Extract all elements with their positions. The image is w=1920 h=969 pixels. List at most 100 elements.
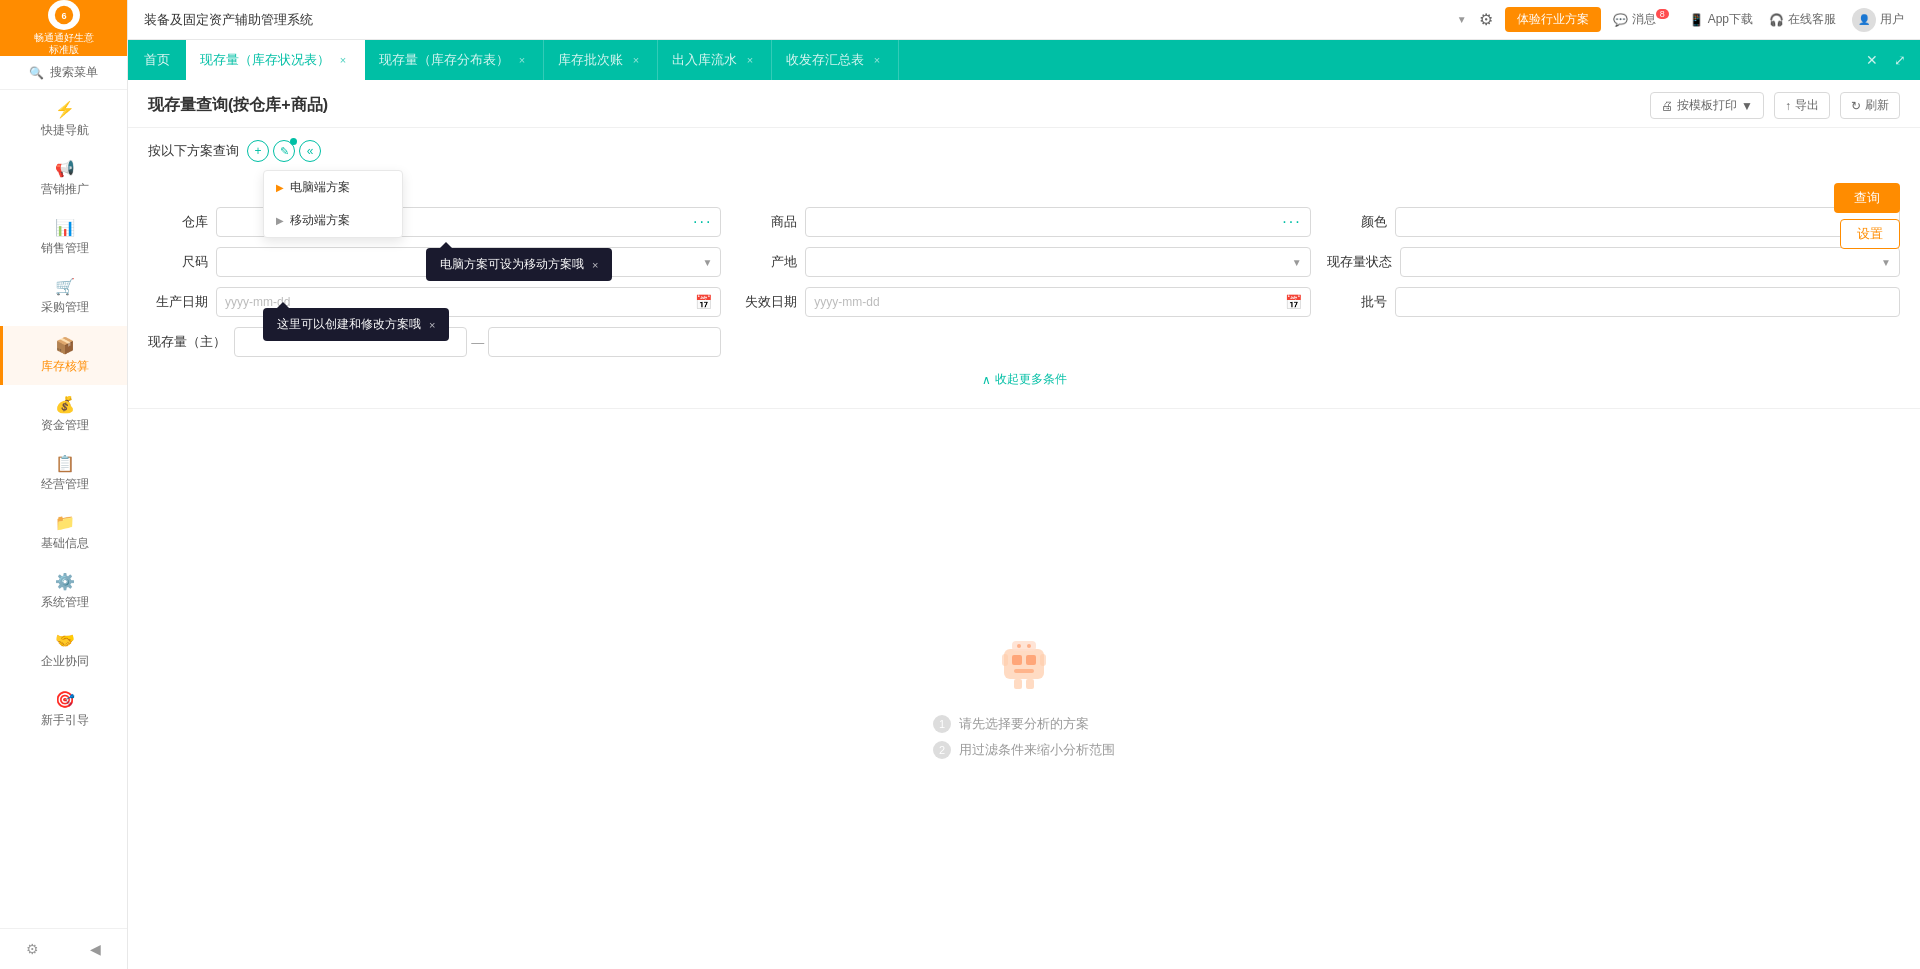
sidebar-item-marketing[interactable]: 📢 营销推广 <box>0 149 127 208</box>
top-actions: 💬 消息 8 📱 App下载 🎧 在线客服 👤 用户 <box>1613 8 1904 32</box>
expire-date-cal-icon: 📅 <box>1285 294 1302 310</box>
tab-close-all-btn[interactable]: ✕ <box>1860 50 1884 70</box>
tab-stock-status-close[interactable]: × <box>336 53 350 67</box>
user-btn[interactable]: 👤 用户 <box>1852 8 1904 32</box>
btn-template-print[interactable]: 🖨 按模板打印 ▼ <box>1650 92 1764 119</box>
tab-summary-close[interactable]: × <box>870 53 884 67</box>
sidebar-settings-btn[interactable]: ⚙ <box>18 937 47 961</box>
sidebar-search[interactable]: 🔍 搜索菜单 <box>0 56 127 90</box>
tab-stock-dist[interactable]: 现存量（库存分布表） × <box>365 40 544 80</box>
sidebar-item-guide[interactable]: 🎯 新手引导 <box>0 680 127 739</box>
tab-batch[interactable]: 库存批次账 × <box>544 40 658 80</box>
tab-in-out[interactable]: 出入库流水 × <box>658 40 772 80</box>
btn-reset[interactable]: 设置 <box>1840 219 1900 249</box>
search-icon: 🔍 <box>29 66 44 80</box>
sidebar-item-purchase[interactable]: 🛒 采购管理 <box>0 267 127 326</box>
app-download-btn[interactable]: 📱 App下载 <box>1689 11 1753 28</box>
filter-origin: 产地 ▼ <box>737 247 1310 277</box>
sidebar-bottom: ⚙ ◀ <box>0 928 127 969</box>
goods-select[interactable]: ··· <box>805 207 1310 237</box>
stock-status-label: 现存量状态 <box>1327 253 1392 271</box>
tooltip2-close[interactable]: × <box>429 319 435 331</box>
sales-label: 销售管理 <box>41 240 89 257</box>
filter-collapse-btn[interactable]: ∧ 收起更多条件 <box>148 363 1900 396</box>
btn-export[interactable]: ↑ 导出 <box>1774 92 1830 119</box>
stock-status-arrow: ▼ <box>1881 257 1891 268</box>
sidebar-item-sales[interactable]: 📊 销售管理 <box>0 208 127 267</box>
scheme-mobile[interactable]: ▶ 移动端方案 <box>264 204 402 237</box>
btn-search[interactable]: 查询 <box>1834 183 1900 213</box>
batch-input[interactable] <box>1395 287 1900 317</box>
goods-more-icon[interactable]: ··· <box>1282 213 1301 231</box>
empty-tips: 1 请先选择要分析的方案 2 用过滤条件来缩小分析范围 <box>933 715 1115 759</box>
filter-add-btn[interactable]: + <box>247 140 269 162</box>
operations-label: 经营管理 <box>41 476 89 493</box>
tab-home[interactable]: 首页 <box>128 40 186 80</box>
filter-expire-date: 失效日期 yyyy-mm-dd 📅 <box>737 287 1310 317</box>
origin-select[interactable]: ▼ <box>805 247 1310 277</box>
size-label: 尺码 <box>148 253 208 271</box>
tab-stock-dist-close[interactable]: × <box>515 53 529 67</box>
sidebar-item-finance[interactable]: 💰 资金管理 <box>0 385 127 444</box>
sidebar-item-inventory[interactable]: 📦 库存核算 <box>0 326 127 385</box>
tab-summary-label: 收发存汇总表 <box>786 51 864 69</box>
purchase-label: 采购管理 <box>41 299 89 316</box>
print-dropdown-arrow[interactable]: ▼ <box>1741 99 1753 113</box>
sidebar-item-basic[interactable]: 📁 基础信息 <box>0 503 127 562</box>
btn-refresh[interactable]: ↻ 刷新 <box>1840 92 1900 119</box>
page-content: 现存量查询(按仓库+商品) 🖨 按模板打印 ▼ ↑ 导出 ↻ 刷新 <box>128 80 1920 969</box>
industry-btn[interactable]: 体验行业方案 <box>1505 7 1601 32</box>
app-logo-icon: 6 <box>48 0 80 30</box>
expire-date-label: 失效日期 <box>737 293 797 311</box>
tab-summary[interactable]: 收发存汇总表 × <box>772 40 899 80</box>
tab-expand-btn[interactable]: ⤢ <box>1888 50 1912 70</box>
svg-point-11 <box>1017 644 1021 648</box>
tab-in-out-label: 出入库流水 <box>672 51 737 69</box>
stock-qty-to[interactable] <box>488 327 721 357</box>
warehouse-more-icon[interactable]: ··· <box>693 213 712 231</box>
sidebar-item-system[interactable]: ⚙️ 系统管理 <box>0 562 127 621</box>
phone-icon: 📱 <box>1689 13 1704 27</box>
scheme-mobile-label: 移动端方案 <box>290 212 350 229</box>
filter-back-btn[interactable]: « <box>299 140 321 162</box>
sidebar-collapse-btn[interactable]: ◀ <box>82 937 109 961</box>
expire-date-input[interactable]: yyyy-mm-dd 📅 <box>805 287 1310 317</box>
active-scheme-row: ▶ 电脑端方案 <box>148 174 1900 197</box>
filter-label: 按以下方案查询 <box>148 142 239 160</box>
app-download-label: App下载 <box>1708 11 1753 28</box>
tab-in-out-close[interactable]: × <box>743 53 757 67</box>
settings-icon[interactable]: ⚙ <box>1479 10 1493 29</box>
empty-illustration <box>984 619 1064 699</box>
stock-status-select[interactable]: ▼ <box>1400 247 1900 277</box>
tab-stock-dist-label: 现存量（库存分布表） <box>379 51 509 69</box>
collapse-icon: ∧ <box>982 373 991 387</box>
notifications-btn[interactable]: 💬 消息 8 <box>1613 11 1673 28</box>
system-dropdown-arrow[interactable]: ▼ <box>1457 14 1467 25</box>
quick-label: 快捷导航 <box>41 122 89 139</box>
origin-arrow: ▼ <box>1292 257 1302 268</box>
basic-icon: 📁 <box>55 513 75 532</box>
tab-stock-status[interactable]: 现存量（库存状况表） × <box>186 40 365 80</box>
tooltip-pc-to-mobile: 电脑方案可设为移动方案哦 × <box>426 248 612 281</box>
page-header: 现存量查询(按仓库+商品) 🖨 按模板打印 ▼ ↑ 导出 ↻ 刷新 <box>128 80 1920 128</box>
svg-rect-10 <box>1012 641 1036 651</box>
color-select[interactable]: ▼ <box>1395 207 1900 237</box>
page-title: 现存量查询(按仓库+商品) <box>148 95 328 116</box>
quick-icon: ⚡ <box>55 100 75 119</box>
online-support-btn[interactable]: 🎧 在线客服 <box>1769 11 1836 28</box>
tooltip1-close[interactable]: × <box>592 259 598 271</box>
svg-rect-8 <box>1014 679 1022 689</box>
sidebar-item-quick[interactable]: ⚡ 快捷导航 <box>0 90 127 149</box>
scheme-pc[interactable]: ▶ 电脑端方案 <box>264 171 402 204</box>
filter-edit-btn[interactable]: ✎ <box>273 140 295 162</box>
print-label: 按模板打印 <box>1677 97 1737 114</box>
scheme-panel: ▶ 电脑端方案 ▶ 移动端方案 <box>263 170 403 238</box>
tip2-text: 用过滤条件来缩小分析范围 <box>959 741 1115 759</box>
basic-label: 基础信息 <box>41 535 89 552</box>
sidebar-item-operations[interactable]: 📋 经营管理 <box>0 444 127 503</box>
tab-batch-close[interactable]: × <box>629 53 643 67</box>
notification-badge: 8 <box>1656 9 1669 19</box>
export-icon: ↑ <box>1785 99 1791 113</box>
sidebar-item-enterprise[interactable]: 🤝 企业协同 <box>0 621 127 680</box>
filter-batch: 批号 <box>1327 287 1900 317</box>
